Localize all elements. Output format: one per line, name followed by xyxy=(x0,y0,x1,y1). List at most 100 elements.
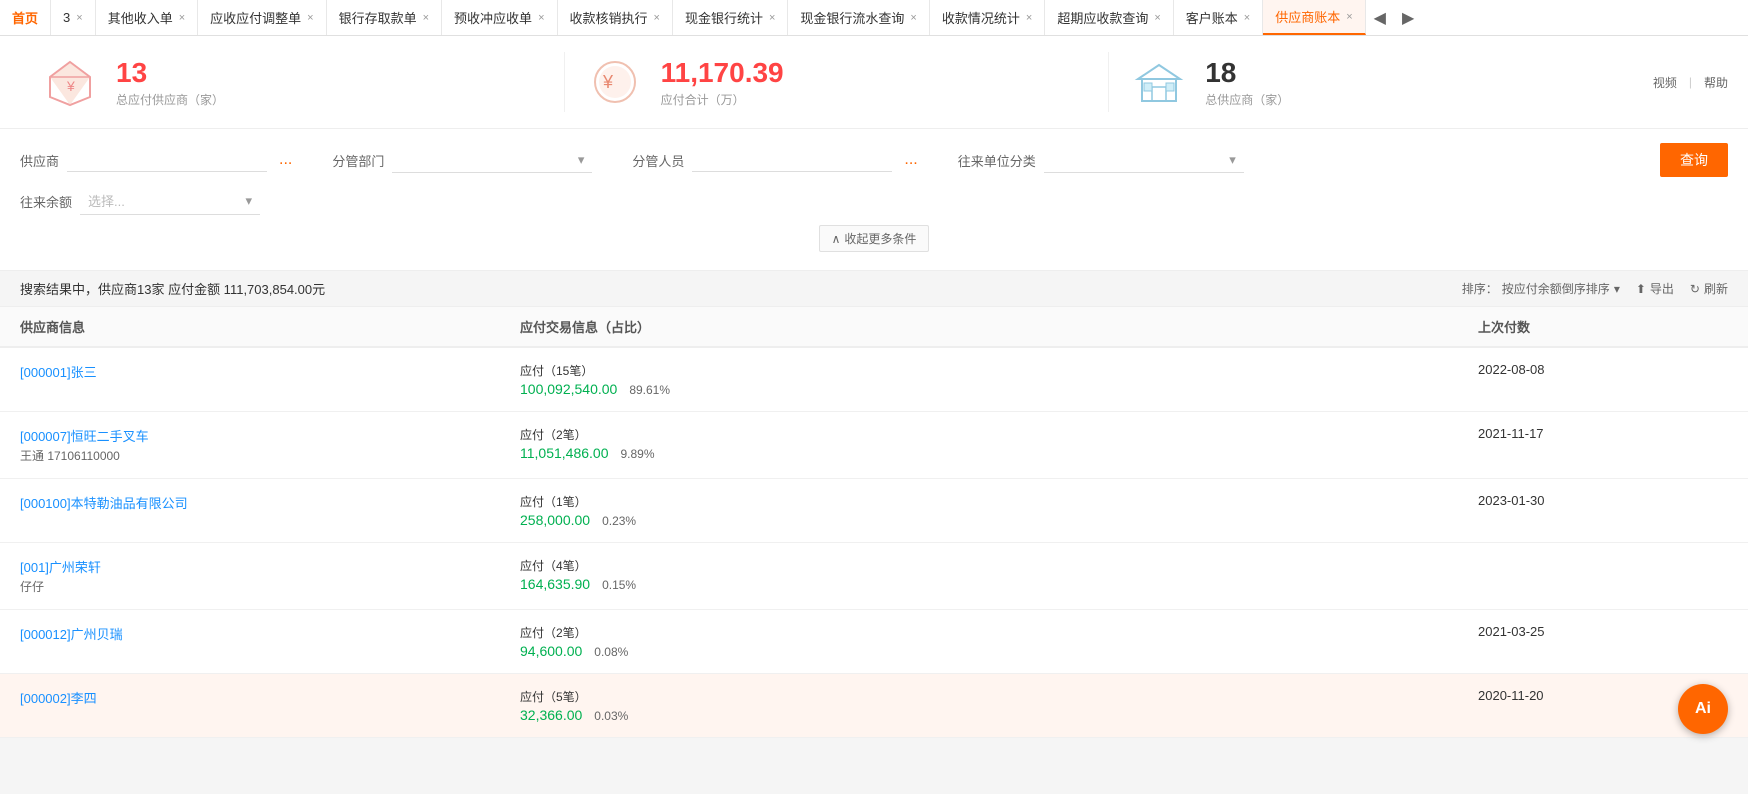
supplier-link-0[interactable]: [000001]张三 xyxy=(20,365,97,380)
collapse-filters-button[interactable]: ∧ 收起更多条件 xyxy=(819,225,930,252)
coin-icon: ¥ xyxy=(585,52,645,112)
tab-cash-flow-label: 现金银行流水查询 xyxy=(800,8,904,27)
total-suppliers-value: 18 xyxy=(1205,56,1289,90)
nav-tab-cash-flow[interactable]: 现金银行流水查询 × xyxy=(788,0,929,35)
diamond-icon: ¥ xyxy=(40,52,100,112)
supplier-link-1[interactable]: [000007]恒旺二手叉车 xyxy=(20,429,149,444)
sort-select[interactable]: 排序： 按应付余额倒序排序 ▾ xyxy=(1462,280,1620,297)
category-filter-select[interactable]: ▾ xyxy=(1044,148,1244,173)
ai-button-label: Ai xyxy=(1695,700,1711,718)
tab-supplier-ledger-label: 供应商账本 xyxy=(1275,7,1340,26)
table-row: [000002]李四 应付（5笔） 32,366.00 0.03% 2020-1… xyxy=(0,674,1748,738)
supplier-table: 供应商信息 应付交易信息（占比） 上次付数 [000001]张三 应付（15笔）… xyxy=(0,307,1748,738)
filter-person: 分管人员 ... xyxy=(632,148,917,172)
balance-filter-select[interactable]: 选择... ▾ xyxy=(80,187,260,215)
person-filter-dots[interactable]: ... xyxy=(904,151,917,169)
filter-row-2: 往来余额 选择... ▾ xyxy=(20,187,1728,215)
export-label: 导出 xyxy=(1650,280,1674,297)
nav-tab-bank[interactable]: 银行存取款单 × xyxy=(327,0,442,35)
transaction-label-1: 应付（2笔） xyxy=(520,426,1478,443)
close-overdue[interactable]: × xyxy=(1154,12,1160,24)
transaction-amount-0: 100,092,540.00 xyxy=(520,381,617,397)
supplier-link-4[interactable]: [000012]广州贝瑞 xyxy=(20,627,123,642)
transaction-label-5: 应付（5笔） xyxy=(520,688,1478,705)
collapse-chevron-icon: ∧ xyxy=(832,232,841,246)
refresh-label: 刷新 xyxy=(1704,280,1728,297)
close-payment-stats[interactable]: × xyxy=(1026,12,1032,24)
table-header: 供应商信息 应付交易信息（占比） 上次付数 xyxy=(0,307,1748,348)
nav-tab-collection[interactable]: 收款核销执行 × xyxy=(558,0,673,35)
sort-label: 排序： xyxy=(1462,280,1498,297)
transaction-amount-5: 32,366.00 xyxy=(520,707,582,723)
filter-balance: 往来余额 选择... ▾ xyxy=(20,187,260,215)
close-collection[interactable]: × xyxy=(654,12,660,24)
last-payment-header: 上次付数 xyxy=(1478,317,1728,336)
summary-item-total-suppliers: 18 总供应商（家） xyxy=(1109,52,1653,112)
tab-adjustment-label: 应收应付调整单 xyxy=(210,8,301,27)
transaction-amount-1: 11,051,486.00 xyxy=(520,445,609,461)
top-right-links: 视频 | 帮助 xyxy=(1653,74,1728,91)
transaction-info-cell: 应付（2笔） 11,051,486.00 9.89% xyxy=(520,426,1478,461)
nav-tab-customer-ledger[interactable]: 客户账本 × xyxy=(1174,0,1263,35)
transaction-percent-2: 0.23% xyxy=(602,514,636,528)
nav-tab-payment-stats[interactable]: 收款情况统计 × xyxy=(930,0,1045,35)
close-supplier-ledger[interactable]: × xyxy=(1346,11,1352,23)
nav-tab-home[interactable]: 首页 xyxy=(0,0,51,35)
collapse-label: 收起更多条件 xyxy=(844,230,916,247)
ai-button[interactable]: Ai xyxy=(1678,684,1728,734)
summary-item-payable-total: ¥ 11,170.39 应付合计（万） xyxy=(565,52,1110,112)
close-adjustment[interactable]: × xyxy=(307,12,313,24)
nav-tab-other-income[interactable]: 其他收入单 × xyxy=(96,0,198,35)
close-tab-3[interactable]: × xyxy=(76,12,82,24)
top-navigation: 首页 3 × 其他收入单 × 应收应付调整单 × 银行存取款单 × 预收冲应收单… xyxy=(0,0,1748,36)
transaction-row-5: 32,366.00 0.03% xyxy=(520,707,1478,723)
refresh-button[interactable]: ↻ 刷新 xyxy=(1690,280,1728,297)
close-prepay[interactable]: × xyxy=(538,12,544,24)
nav-tab-supplier-ledger[interactable]: 供应商账本 × xyxy=(1263,0,1365,35)
department-filter-select[interactable]: ▾ xyxy=(392,148,592,173)
supplier-link-3[interactable]: [001]广州荣轩 xyxy=(20,560,101,575)
query-button[interactable]: 查询 xyxy=(1660,143,1728,177)
department-dropdown-arrow: ▾ xyxy=(578,152,585,168)
supplier-filter-input[interactable] xyxy=(67,148,267,172)
transaction-percent-4: 0.08% xyxy=(594,645,628,659)
supplier-link-5[interactable]: [000002]李四 xyxy=(20,691,97,706)
close-customer-ledger[interactable]: × xyxy=(1244,12,1250,24)
transaction-row-3: 164,635.90 0.15% xyxy=(520,576,1478,592)
table-row: [000100]本特勒油品有限公司 应付（1笔） 258,000.00 0.23… xyxy=(0,479,1748,543)
help-link[interactable]: 帮助 xyxy=(1704,74,1728,91)
person-filter-label: 分管人员 xyxy=(632,151,684,170)
sort-value: 按应付余额倒序排序 xyxy=(1502,280,1610,297)
export-button[interactable]: ⬆ 导出 xyxy=(1636,280,1674,297)
transaction-row-4: 94,600.00 0.08% xyxy=(520,643,1478,659)
balance-dropdown-arrow: ▾ xyxy=(245,193,252,209)
supplier-sub-1: 王通 17106110000 xyxy=(20,447,520,464)
sort-dropdown-icon: ▾ xyxy=(1614,282,1620,296)
close-other-income[interactable]: × xyxy=(179,12,185,24)
filter-department: 分管部门 ▾ xyxy=(332,148,592,173)
close-bank[interactable]: × xyxy=(423,12,429,24)
supplier-info-cell: [000100]本特勒油品有限公司 xyxy=(20,493,520,512)
nav-tab-overdue[interactable]: 超期应收款查询 × xyxy=(1045,0,1173,35)
nav-tab-prepay[interactable]: 预收冲应收单 × xyxy=(442,0,557,35)
export-icon: ⬆ xyxy=(1636,282,1646,296)
supplier-filter-dots[interactable]: ... xyxy=(279,151,292,169)
links-divider: | xyxy=(1689,75,1692,89)
supplier-link-2[interactable]: [000100]本特勒油品有限公司 xyxy=(20,496,188,511)
close-cash-stats[interactable]: × xyxy=(769,12,775,24)
nav-tab-3[interactable]: 3 × xyxy=(51,0,96,35)
transaction-percent-5: 0.03% xyxy=(594,709,628,723)
video-link[interactable]: 视频 xyxy=(1653,74,1677,91)
transaction-percent-3: 0.15% xyxy=(602,578,636,592)
transaction-amount-2: 258,000.00 xyxy=(520,512,590,528)
last-payment-cell-2: 2023-01-30 xyxy=(1478,493,1728,508)
nav-tab-cash-stats[interactable]: 现金银行统计 × xyxy=(673,0,788,35)
nav-next-arrow[interactable]: ▶ xyxy=(1394,8,1422,28)
nav-tab-adjustment[interactable]: 应收应付调整单 × xyxy=(198,0,326,35)
close-cash-flow[interactable]: × xyxy=(910,12,916,24)
tab-payment-stats-label: 收款情况统计 xyxy=(942,8,1020,27)
person-filter-input[interactable] xyxy=(692,148,892,172)
payable-total-label: 应付合计（万） xyxy=(661,91,784,108)
transaction-row-1: 11,051,486.00 9.89% xyxy=(520,445,1478,461)
nav-prev-arrow[interactable]: ◀ xyxy=(1366,8,1394,28)
